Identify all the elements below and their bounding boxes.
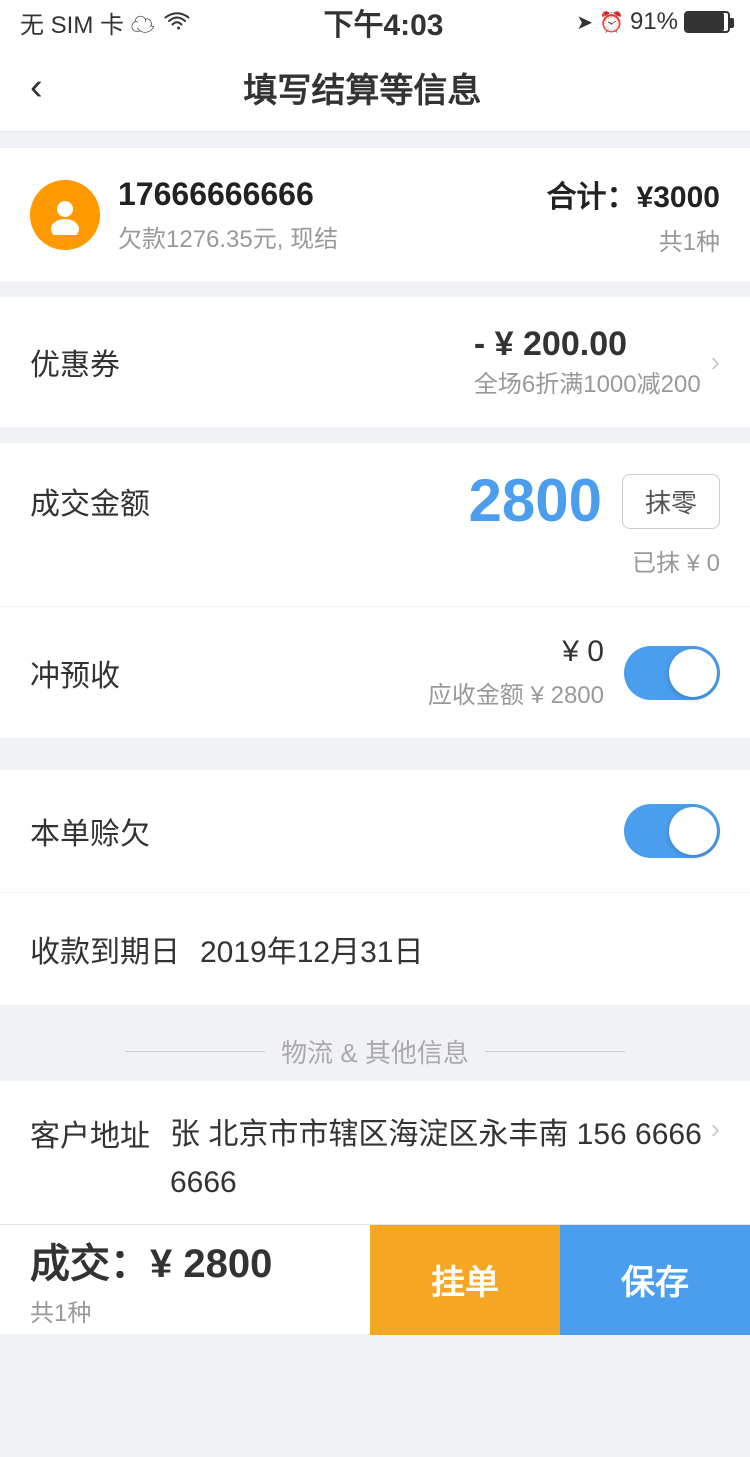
wifi-icon — [163, 12, 191, 32]
address-value: 张 北京市市辖区海淀区永丰南 156 6666 6666 — [170, 1111, 711, 1207]
page-title: 填写结算等信息 — [63, 63, 662, 112]
duedate-label: 收款到期日 — [30, 927, 180, 971]
customer-card: 17666666666 欠款1276.35元, 现结 合计：¥3000 共1种 — [0, 148, 750, 281]
coupon-discount: - ¥ 200.00 — [474, 325, 701, 364]
address-chevron-icon: › — [711, 1111, 720, 1145]
status-left: 无 SIM 卡 ☁ — [20, 5, 191, 40]
status-bar: 无 SIM 卡 ☁ 下午4:03 ➤ ⏰ 91% — [0, 0, 750, 44]
bottom-bar: 成交：¥ 2800 共1种 挂单 保存 — [0, 1224, 750, 1334]
prepay-amount-wrap: ¥ 0 应收金额 ¥ 2800 — [428, 635, 604, 710]
section-divider-2 — [0, 738, 750, 754]
customer-info: 17666666666 欠款1276.35元, 现结 — [118, 176, 338, 254]
status-time: 下午4:03 — [323, 0, 443, 44]
deal-amount-wrap: 2800 抹零 — [469, 471, 721, 531]
deal-sub-text: 已抹 ¥ 0 — [632, 550, 720, 577]
address-label: 客户地址 — [30, 1111, 150, 1161]
battery-percent: 91% — [630, 8, 678, 36]
save-button[interactable]: 保存 — [560, 1225, 750, 1335]
duedate-section: 收款到期日 2019年12月31日 — [0, 892, 750, 1005]
coupon-row[interactable]: 优惠券 - ¥ 200.00 全场6折满1000减200 › — [0, 297, 750, 427]
coupon-desc: 全场6折满1000减200 — [474, 364, 701, 399]
coupon-label: 优惠券 — [30, 340, 120, 384]
location-icon: ➤ — [576, 10, 593, 35]
round-button[interactable]: 抹零 — [622, 474, 720, 529]
prepay-label: 冲预收 — [30, 651, 120, 695]
customer-totals: 合计：¥3000 共1种 — [547, 172, 720, 257]
hold-button[interactable]: 挂单 — [370, 1225, 560, 1335]
nav-bar: ‹ 填写结算等信息 — [0, 44, 750, 132]
prepay-sub: 应收金额 ¥ 2800 — [428, 675, 604, 710]
section-divider-1 — [0, 427, 750, 443]
debit-toggle[interactable] — [624, 804, 720, 858]
customer-sub: 欠款1276.35元, 现结 — [118, 219, 338, 254]
duedate-value: 2019年12月31日 — [200, 927, 423, 971]
address-section[interactable]: 客户地址 张 北京市市辖区海淀区永丰南 156 6666 6666 › — [0, 1081, 750, 1237]
logistics-divider: 物流 & 其他信息 — [0, 1021, 750, 1081]
deal-amount-row: 成交金额 2800 抹零 — [30, 471, 720, 531]
prepay-amount: ¥ 0 — [428, 635, 604, 669]
total-sub: 共1种 — [547, 222, 720, 257]
logistics-section-label: 物流 & 其他信息 — [125, 1033, 625, 1070]
deal-amount-label: 成交金额 — [30, 479, 150, 523]
customer-phone: 17666666666 — [118, 176, 338, 213]
debit-section: 本单赊欠 — [0, 770, 750, 892]
prepay-row: 冲预收 ¥ 0 应收金额 ¥ 2800 — [30, 635, 720, 710]
bottom-deal-info: 成交：¥ 2800 共1种 — [0, 1231, 370, 1328]
total-amount: 合计：¥3000 — [547, 172, 720, 216]
coupon-right: - ¥ 200.00 全场6折满1000减200 › — [474, 325, 720, 399]
battery-icon — [684, 11, 730, 33]
customer-left: 17666666666 欠款1276.35元, 现结 — [30, 176, 338, 254]
status-right: ➤ ⏰ 91% — [576, 8, 730, 36]
prepay-right: ¥ 0 应收金额 ¥ 2800 — [428, 635, 720, 710]
sim-label: 无 SIM 卡 ☁ — [20, 5, 155, 40]
avatar — [30, 180, 100, 250]
bottom-deal-sub: 共1种 — [30, 1293, 340, 1328]
prepay-toggle[interactable] — [624, 646, 720, 700]
debit-toggle-thumb — [669, 807, 717, 855]
deal-amount-value: 2800 — [469, 471, 602, 531]
deal-amount-section: 成交金额 2800 抹零 已抹 ¥ 0 — [0, 443, 750, 606]
debit-label: 本单赊欠 — [30, 809, 150, 853]
prepay-section: 冲预收 ¥ 0 应收金额 ¥ 2800 — [0, 606, 750, 738]
prepay-toggle-thumb — [669, 649, 717, 697]
bottom-deal-amount: 成交：¥ 2800 — [30, 1231, 340, 1289]
alarm-icon: ⏰ — [599, 10, 624, 35]
coupon-chevron-icon: › — [711, 346, 720, 378]
back-button[interactable]: ‹ — [30, 66, 63, 109]
